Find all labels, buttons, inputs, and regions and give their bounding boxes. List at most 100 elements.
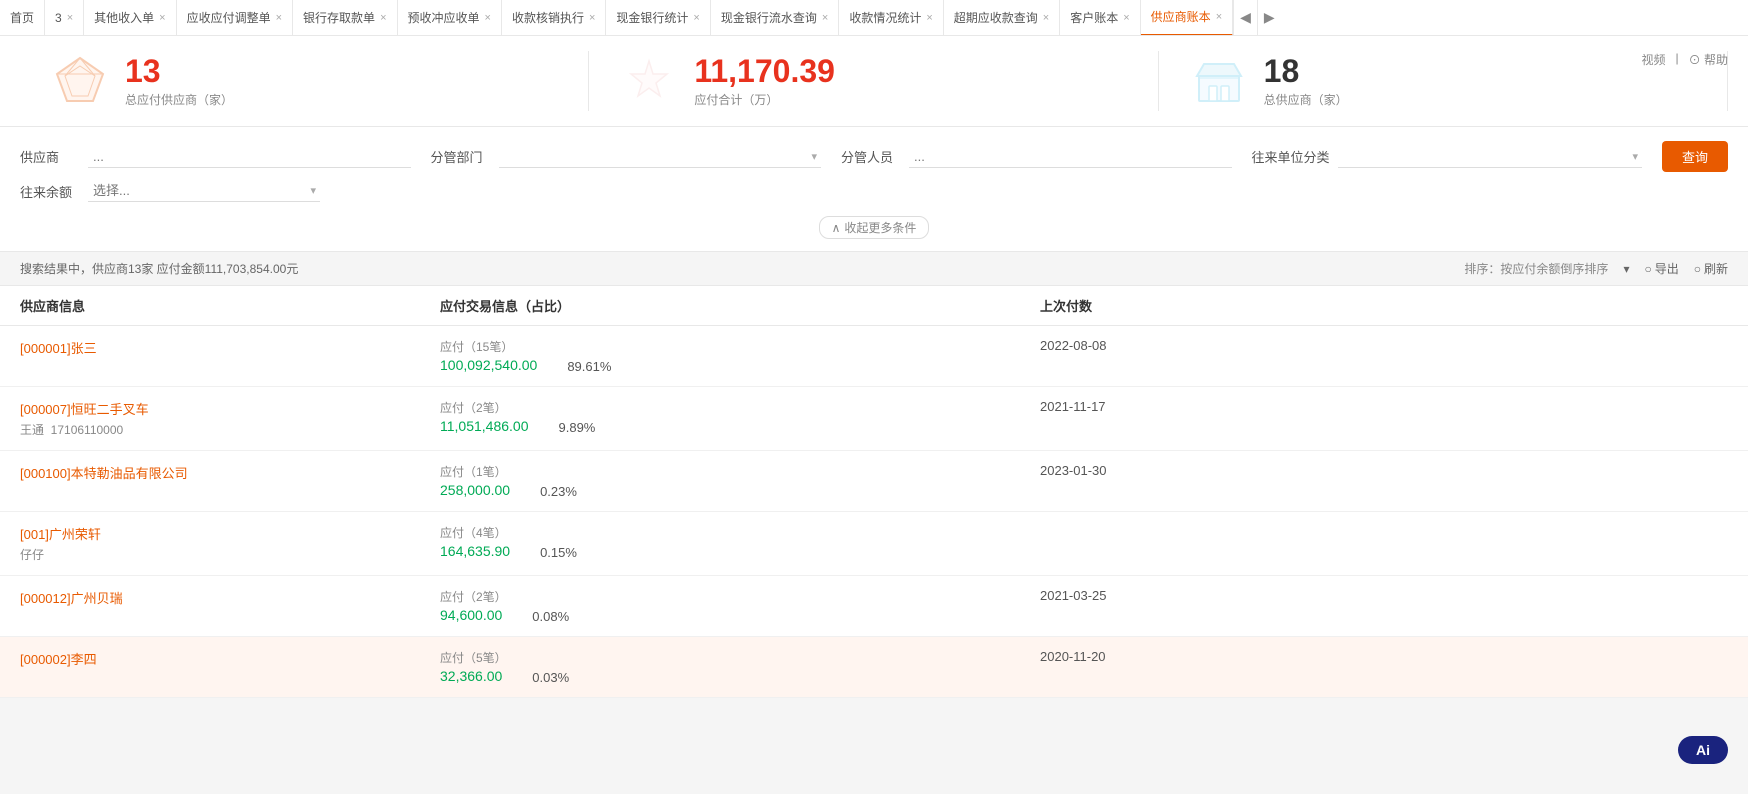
ai-assistant-button[interactable]: Ai bbox=[1678, 736, 1728, 764]
trans-amount-2[interactable]: 11,051,486.00 bbox=[440, 418, 529, 434]
tab-bank-deposit[interactable]: 银行存取款单 × bbox=[293, 0, 397, 36]
category-input[interactable] bbox=[1338, 146, 1629, 167]
refresh-button[interactable]: ○ 刷新 bbox=[1694, 260, 1728, 277]
supplier-input[interactable] bbox=[88, 146, 411, 168]
dept-label: 分管部门 bbox=[431, 147, 491, 166]
payable-total-amount: 11,170.39 bbox=[694, 55, 835, 87]
diamond-icon bbox=[50, 51, 110, 111]
dept-dropdown-arrow[interactable]: ▾ bbox=[807, 150, 821, 163]
table-row: [000100]本特勒油品有限公司 应付（1笔） 258,000.00 0.23… bbox=[0, 451, 1748, 512]
dept-input[interactable] bbox=[499, 146, 808, 167]
tab-collection-verify-close[interactable]: × bbox=[589, 12, 595, 24]
supplier-link-2[interactable]: [000007]恒旺二手叉车 bbox=[20, 402, 149, 417]
top-navigation: 首页 3 × 其他收入单 × 应收应付调整单 × 银行存取款单 × 预收冲应收单… bbox=[0, 0, 1748, 36]
trans-amount-5[interactable]: 94,600.00 bbox=[440, 607, 502, 623]
balance-input[interactable] bbox=[88, 180, 306, 201]
search-area: 供应商 分管部门 ▾ 分管人员 往来单位分类 ▾ 查询 往来余额 bbox=[0, 127, 1748, 252]
tab-prepay-offset[interactable]: 预收冲应收单 × bbox=[398, 0, 502, 36]
trans-amount-4[interactable]: 164,635.90 bbox=[440, 543, 510, 559]
trans-percent-6: 0.03% bbox=[532, 666, 569, 685]
video-link[interactable]: 视频 bbox=[1642, 51, 1666, 68]
help-link[interactable]: ⊙ 帮助 bbox=[1689, 51, 1728, 68]
top-right-links: 视频 | ⊙ 帮助 bbox=[1642, 51, 1729, 68]
supplier-contact-4: 仔仔 bbox=[20, 546, 440, 563]
tab-3[interactable]: 3 × bbox=[45, 0, 84, 36]
trans-detail-1: 100,092,540.00 89.61% bbox=[440, 355, 1040, 374]
trans-amount-3[interactable]: 258,000.00 bbox=[440, 482, 510, 498]
supplier-field: 供应商 bbox=[20, 146, 411, 168]
supplier-label: 供应商 bbox=[20, 147, 80, 166]
result-bar: 搜索结果中，供应商13家 应付金额111,703,854.00元 排序：按应付余… bbox=[0, 252, 1748, 286]
supplier-link-5[interactable]: [000012]广州贝瑞 bbox=[20, 591, 123, 606]
sort-arrow-icon[interactable]: ▾ bbox=[1623, 262, 1629, 276]
nav-left-arrow[interactable]: ◀ bbox=[1233, 0, 1257, 36]
balance-dropdown-arrow[interactable]: ▾ bbox=[306, 184, 320, 197]
supplier-link-1[interactable]: [000001]张三 bbox=[20, 341, 97, 356]
search-row-2: 往来余额 ▾ bbox=[20, 180, 320, 202]
last-pay-date-6: 2020-11-20 bbox=[1040, 649, 1106, 664]
summary-card-payable-suppliers: 13 总应付供应商（家） bbox=[20, 51, 589, 111]
link-separator: | bbox=[1676, 51, 1679, 68]
trans-percent-4: 0.15% bbox=[540, 541, 577, 560]
last-pay-date-3: 2023-01-30 bbox=[1040, 463, 1107, 478]
collapse-icon: ∧ bbox=[832, 221, 841, 235]
tab-supplier-ledger-close[interactable]: × bbox=[1216, 11, 1222, 23]
tab-overdue-ar[interactable]: 超期应收款查询 × bbox=[944, 0, 1060, 36]
tab-cash-bank-stat[interactable]: 现金银行统计 × bbox=[606, 0, 710, 36]
tab-cash-bank-stat-close[interactable]: × bbox=[693, 12, 699, 24]
export-button[interactable]: ○ 导出 bbox=[1644, 260, 1678, 277]
person-field: 分管人员 bbox=[841, 146, 1232, 168]
tab-other-income-close[interactable]: × bbox=[159, 12, 165, 24]
trans-amount-6[interactable]: 32,366.00 bbox=[440, 668, 502, 684]
query-button[interactable]: 查询 bbox=[1662, 141, 1728, 172]
nav-right-arrow[interactable]: ▶ bbox=[1257, 0, 1281, 36]
total-suppliers-label: 总供应商（家） bbox=[1264, 91, 1348, 108]
trans-label-4: 应付（4笔） bbox=[440, 524, 1040, 541]
trans-amount-1[interactable]: 100,092,540.00 bbox=[440, 357, 537, 373]
tab-home[interactable]: 首页 bbox=[0, 0, 45, 36]
tab-other-income[interactable]: 其他收入单 × bbox=[84, 0, 176, 36]
collapse-button[interactable]: ∧ 收起更多条件 bbox=[819, 216, 930, 239]
tab-supplier-ledger-label: 供应商账本 bbox=[1151, 8, 1211, 25]
total-suppliers-count: 18 bbox=[1264, 55, 1348, 87]
table-row: [000012]广州贝瑞 应付（2笔） 94,600.00 0.08% 2021… bbox=[0, 576, 1748, 637]
col-header-supplier: 供应商信息 bbox=[20, 296, 440, 315]
tab-overdue-ar-close[interactable]: × bbox=[1043, 12, 1049, 24]
last-pay-date-2: 2021-11-17 bbox=[1040, 399, 1106, 414]
supplier-info-col-2: [000007]恒旺二手叉车 王通 17106110000 bbox=[20, 399, 440, 438]
tab-3-close[interactable]: × bbox=[67, 12, 73, 24]
supplier-info-col-5: [000012]广州贝瑞 bbox=[20, 588, 440, 607]
category-dropdown-arrow[interactable]: ▾ bbox=[1628, 150, 1642, 163]
tab-cash-bank-flow-close[interactable]: × bbox=[822, 12, 828, 24]
tab-customer-ledger[interactable]: 客户账本 × bbox=[1060, 0, 1140, 36]
export-label: 导出 bbox=[1655, 260, 1679, 277]
data-table: 供应商信息 应付交易信息（占比） 上次付数 [000001]张三 应付（15笔）… bbox=[0, 286, 1748, 698]
category-field: 往来单位分类 ▾ bbox=[1252, 146, 1643, 168]
tab-cash-bank-flow-label: 现金银行流水查询 bbox=[721, 9, 817, 26]
tab-bank-deposit-close[interactable]: × bbox=[380, 12, 386, 24]
trans-detail-3: 258,000.00 0.23% bbox=[440, 480, 1040, 499]
tab-customer-ledger-label: 客户账本 bbox=[1070, 9, 1118, 26]
tab-collection-verify[interactable]: 收款核销执行 × bbox=[502, 0, 606, 36]
person-label: 分管人员 bbox=[841, 147, 901, 166]
last-pay-date-5: 2021-03-25 bbox=[1040, 588, 1107, 603]
tab-home-label: 首页 bbox=[10, 9, 34, 26]
tab-ar-ap-adjust-close[interactable]: × bbox=[276, 12, 282, 24]
tab-supplier-ledger[interactable]: 供应商账本 × bbox=[1141, 0, 1233, 36]
star-icon bbox=[619, 51, 679, 111]
supplier-link-4[interactable]: [001]广州荣轩 bbox=[20, 527, 101, 542]
trans-percent-2: 9.89% bbox=[559, 416, 596, 435]
supplier-link-6[interactable]: [000002]李四 bbox=[20, 652, 97, 667]
tab-prepay-offset-close[interactable]: × bbox=[485, 12, 491, 24]
supplier-link-3[interactable]: [000100]本特勒油品有限公司 bbox=[20, 466, 188, 481]
tab-cash-bank-flow[interactable]: 现金银行流水查询 × bbox=[711, 0, 839, 36]
tab-collection-stat-close[interactable]: × bbox=[926, 12, 932, 24]
category-label: 往来单位分类 bbox=[1252, 147, 1330, 166]
tab-ar-ap-adjust[interactable]: 应收应付调整单 × bbox=[177, 0, 293, 36]
table-row: [000001]张三 应付（15笔） 100,092,540.00 89.61%… bbox=[0, 326, 1748, 387]
shop-icon bbox=[1189, 51, 1249, 111]
tab-customer-ledger-close[interactable]: × bbox=[1123, 12, 1129, 24]
tab-collection-stat[interactable]: 收款情况统计 × bbox=[839, 0, 943, 36]
table-header: 供应商信息 应付交易信息（占比） 上次付数 bbox=[0, 286, 1748, 326]
person-input[interactable] bbox=[909, 146, 1232, 168]
